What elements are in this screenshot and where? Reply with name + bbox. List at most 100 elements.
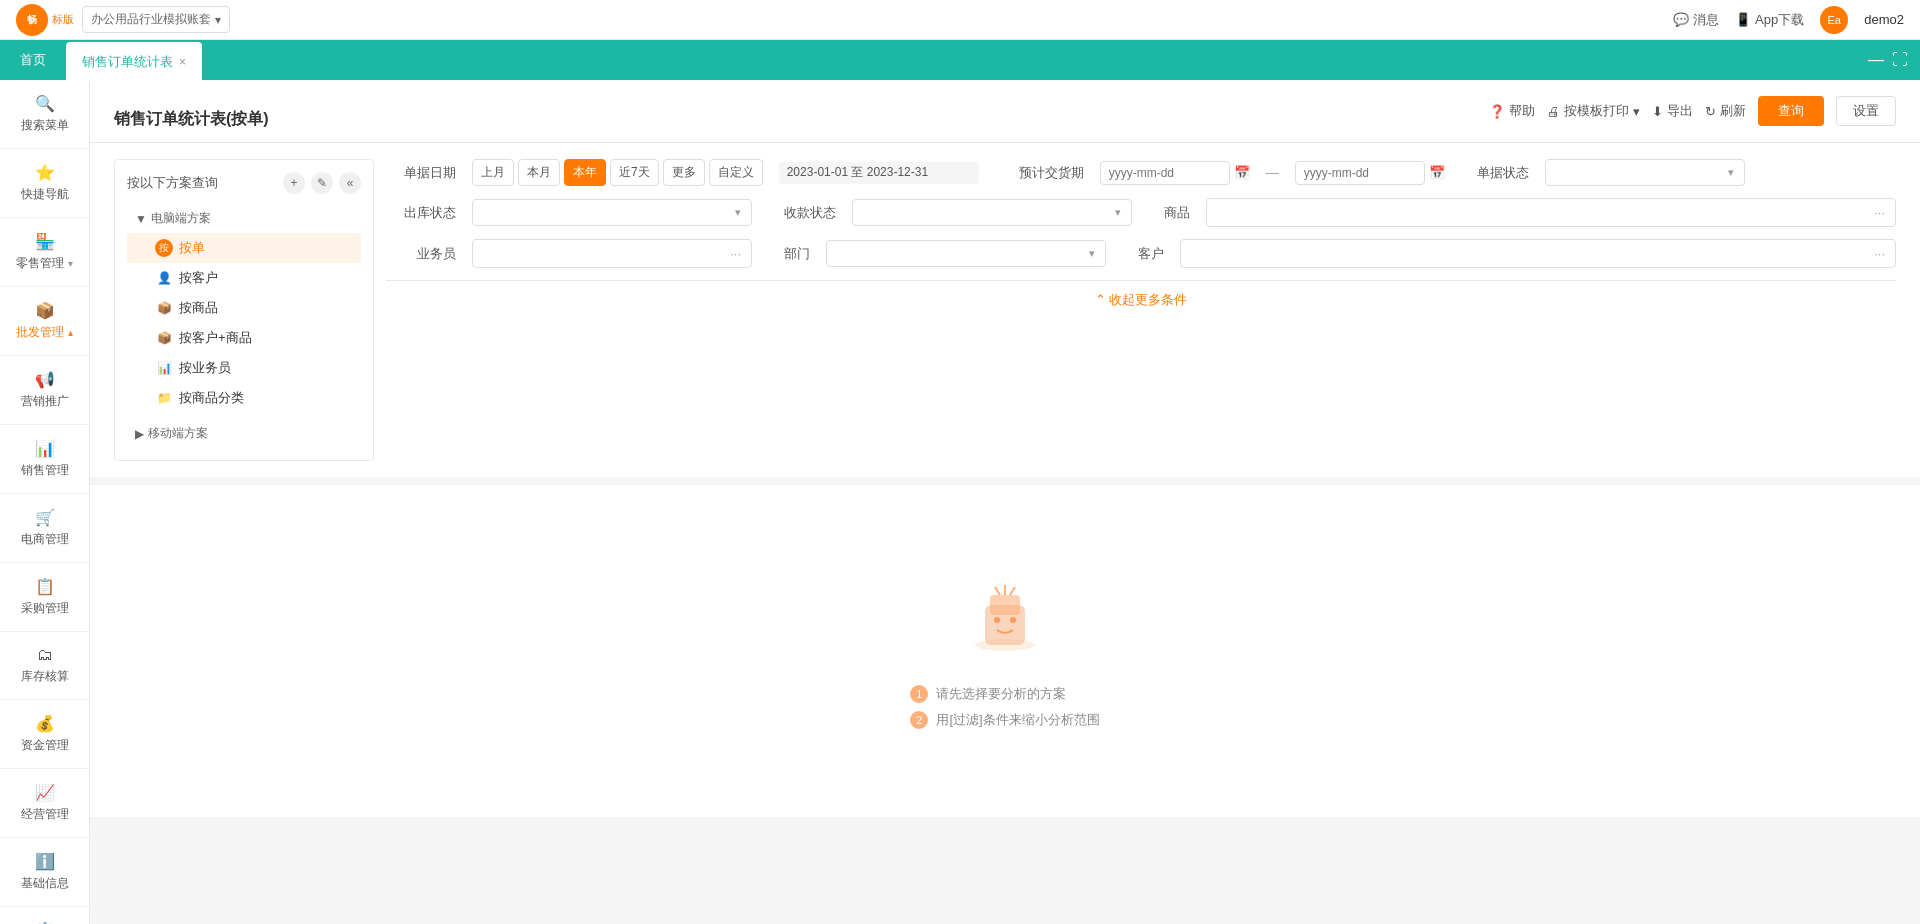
- scheme-by-sales[interactable]: 📊 按业务员: [127, 353, 361, 383]
- scheme-by-customer[interactable]: 👤 按客户: [127, 263, 361, 293]
- dept-arrow-icon: ▾: [1089, 247, 1095, 260]
- mobile-group-title[interactable]: ▶ 移动端方案: [127, 419, 361, 448]
- customer-input[interactable]: ···: [1180, 239, 1896, 268]
- minimize-btn[interactable]: —: [1868, 51, 1884, 69]
- date-btn-7days[interactable]: 近7天: [610, 159, 659, 186]
- sidebar-item-quick-nav[interactable]: ⭐ 快捷导航: [0, 149, 89, 218]
- scheme-sales-icon: 📊: [155, 359, 173, 377]
- scheme-by-order[interactable]: 按 按单: [127, 233, 361, 263]
- main-layout: 🔍 搜索菜单 ⭐ 快捷导航 🏪 零售管理 ▾ 📦 批发管理 ▴ 📢 营销推广 📊…: [0, 80, 1920, 924]
- export-btn[interactable]: ⬇ 导出: [1652, 102, 1693, 120]
- message-label: 消息: [1693, 11, 1719, 29]
- scheme-customer-icon: 👤: [155, 269, 173, 287]
- date-btn-thismonth[interactable]: 本月: [518, 159, 560, 186]
- export-icon: ⬇: [1652, 104, 1663, 119]
- select-arrow-icon3: ▾: [1115, 206, 1121, 219]
- scheme-category-icon: 📁: [155, 389, 173, 407]
- settings-btn[interactable]: 设置: [1836, 96, 1896, 126]
- scheme-by-product[interactable]: 📦 按商品: [127, 293, 361, 323]
- sidebar-item-ecommerce[interactable]: 🛒 电商管理: [0, 494, 89, 563]
- sidebar-item-marketing[interactable]: 📢 营销推广: [0, 356, 89, 425]
- message-btn[interactable]: 💬 消息: [1673, 11, 1719, 29]
- refresh-btn[interactable]: ↻ 刷新: [1705, 102, 1746, 120]
- tab-home[interactable]: 首页: [0, 40, 66, 80]
- inventory-icon: 🗂: [0, 646, 89, 664]
- svg-line-6: [995, 587, 1000, 595]
- app-download-btn[interactable]: 📱 App下载: [1735, 11, 1804, 29]
- user-avatar[interactable]: Ea: [1820, 6, 1848, 34]
- edit-scheme-btn[interactable]: ✎: [311, 172, 333, 194]
- desktop-group-title[interactable]: ▼ 电脑端方案: [127, 204, 361, 233]
- sidebar-item-procurement[interactable]: 📋 采购管理: [0, 563, 89, 632]
- salesperson-more-icon[interactable]: ···: [730, 246, 741, 261]
- goods-input[interactable]: ···: [1206, 198, 1896, 227]
- calendar-icon-to: 📅: [1429, 165, 1445, 180]
- sidebar-item-label: 销售管理: [21, 463, 69, 477]
- sidebar-item-label: 搜索菜单: [21, 118, 69, 132]
- topbar-right: 💬 消息 📱 App下载 Ea demo2: [1673, 6, 1904, 34]
- scheme-product-icon: 📦: [155, 299, 173, 317]
- sidebar-item-wholesale[interactable]: 📦 批发管理 ▴: [0, 287, 89, 356]
- filter-row-date: 单据日期 上月 本月 本年 近7天 更多 自定义: [386, 159, 1896, 186]
- date-btn-custom[interactable]: 自定义: [709, 159, 763, 186]
- sidebar-item-inventory[interactable]: 🗂 库存核算: [0, 632, 89, 700]
- collapse-bar[interactable]: ⌃ 收起更多条件: [386, 280, 1896, 319]
- date-btn-more[interactable]: 更多: [663, 159, 705, 186]
- customer-more-icon[interactable]: ···: [1874, 246, 1885, 261]
- empty-hints: 1 请先选择要分析的方案 2 用[过滤]条件来缩小分析范围: [910, 685, 1099, 737]
- tab-sales-order-stats[interactable]: 销售订单统计表 ×: [66, 42, 202, 82]
- help-btn[interactable]: ❓ 帮助: [1489, 102, 1535, 120]
- out-status-select[interactable]: ▾: [472, 199, 752, 226]
- expected-date-to: 📅: [1295, 161, 1445, 185]
- scheme-by-category[interactable]: 📁 按商品分类: [127, 383, 361, 413]
- breadcrumb-dropdown[interactable]: 办公用品行业模拟账套 ▾: [82, 6, 230, 33]
- subtitle-label: 标版: [52, 12, 74, 27]
- expected-date-to-input[interactable]: [1295, 161, 1425, 185]
- query-btn[interactable]: 查询: [1758, 96, 1824, 126]
- scheme-by-customer-product[interactable]: 📦 按客户+商品: [127, 323, 361, 353]
- date-btn-thisyear[interactable]: 本年: [564, 159, 606, 186]
- expected-date-from-input[interactable]: [1100, 161, 1230, 185]
- doc-status-select[interactable]: ▾: [1545, 159, 1745, 186]
- sidebar-item-retail[interactable]: 🏪 零售管理 ▾: [0, 218, 89, 287]
- empty-hint-2: 2 用[过滤]条件来缩小分析范围: [910, 711, 1099, 729]
- finance-icon: 💰: [0, 714, 89, 733]
- page-header: 销售订单统计表(按单) ❓ 帮助 🖨 按模板打印 ▾ ⬇ 导出 ↻ 刷新: [90, 80, 1920, 143]
- salesperson-input[interactable]: ···: [472, 239, 752, 268]
- calendar-icon-from: 📅: [1234, 165, 1250, 180]
- svg-rect-2: [990, 595, 1020, 615]
- sidebar-item-finance[interactable]: 💰 资金管理: [0, 700, 89, 769]
- filter-row-person: 业务员 ··· 部门 ▾ 客户 ···: [386, 239, 1896, 268]
- date-btn-lastmonth[interactable]: 上月: [472, 159, 514, 186]
- svg-line-7: [1010, 587, 1015, 595]
- marketing-icon: 📢: [0, 370, 89, 389]
- print-btn[interactable]: 🖨 按模板打印 ▾: [1547, 102, 1640, 120]
- mobile-scheme-group: ▶ 移动端方案: [127, 419, 361, 448]
- tab-label: 销售订单统计表: [82, 53, 173, 71]
- message-icon: 💬: [1673, 12, 1689, 27]
- empty-state: 1 请先选择要分析的方案 2 用[过滤]条件来缩小分析范围: [90, 485, 1920, 817]
- sidebar-item-search-menu[interactable]: 🔍 搜索菜单: [0, 80, 89, 149]
- help-icon: ❓: [1489, 104, 1505, 119]
- sidebar-item-label: 采购管理: [21, 601, 69, 615]
- filters-panel: 单据日期 上月 本月 本年 近7天 更多 自定义: [386, 159, 1896, 461]
- dept-select[interactable]: ▾: [826, 240, 1106, 267]
- sidebar-item-sales[interactable]: 📊 销售管理: [0, 425, 89, 494]
- empty-hint-1: 1 请先选择要分析的方案: [910, 685, 1099, 703]
- svg-point-4: [1010, 617, 1016, 623]
- add-scheme-btn[interactable]: +: [283, 172, 305, 194]
- date-range-divider: —: [1266, 165, 1279, 180]
- receive-status-select[interactable]: ▾: [852, 199, 1132, 226]
- sidebar-item-basic[interactable]: ℹ️ 基础信息: [0, 838, 89, 907]
- sidebar-item-system[interactable]: ⚙️ 系统管理: [0, 907, 89, 924]
- collapse-scheme-btn[interactable]: «: [339, 172, 361, 194]
- goods-more-icon[interactable]: ···: [1874, 205, 1885, 220]
- chevron-down-icon: ▾: [215, 13, 221, 27]
- sidebar-item-label: 资金管理: [21, 738, 69, 752]
- sidebar-item-label: 批发管理: [16, 325, 64, 339]
- maximize-btn[interactable]: ⛶: [1892, 51, 1908, 69]
- sidebar-item-operations[interactable]: 📈 经营管理: [0, 769, 89, 838]
- expected-date-from: 📅: [1100, 161, 1250, 185]
- tab-close-icon[interactable]: ×: [179, 55, 186, 69]
- operations-icon: 📈: [0, 783, 89, 802]
